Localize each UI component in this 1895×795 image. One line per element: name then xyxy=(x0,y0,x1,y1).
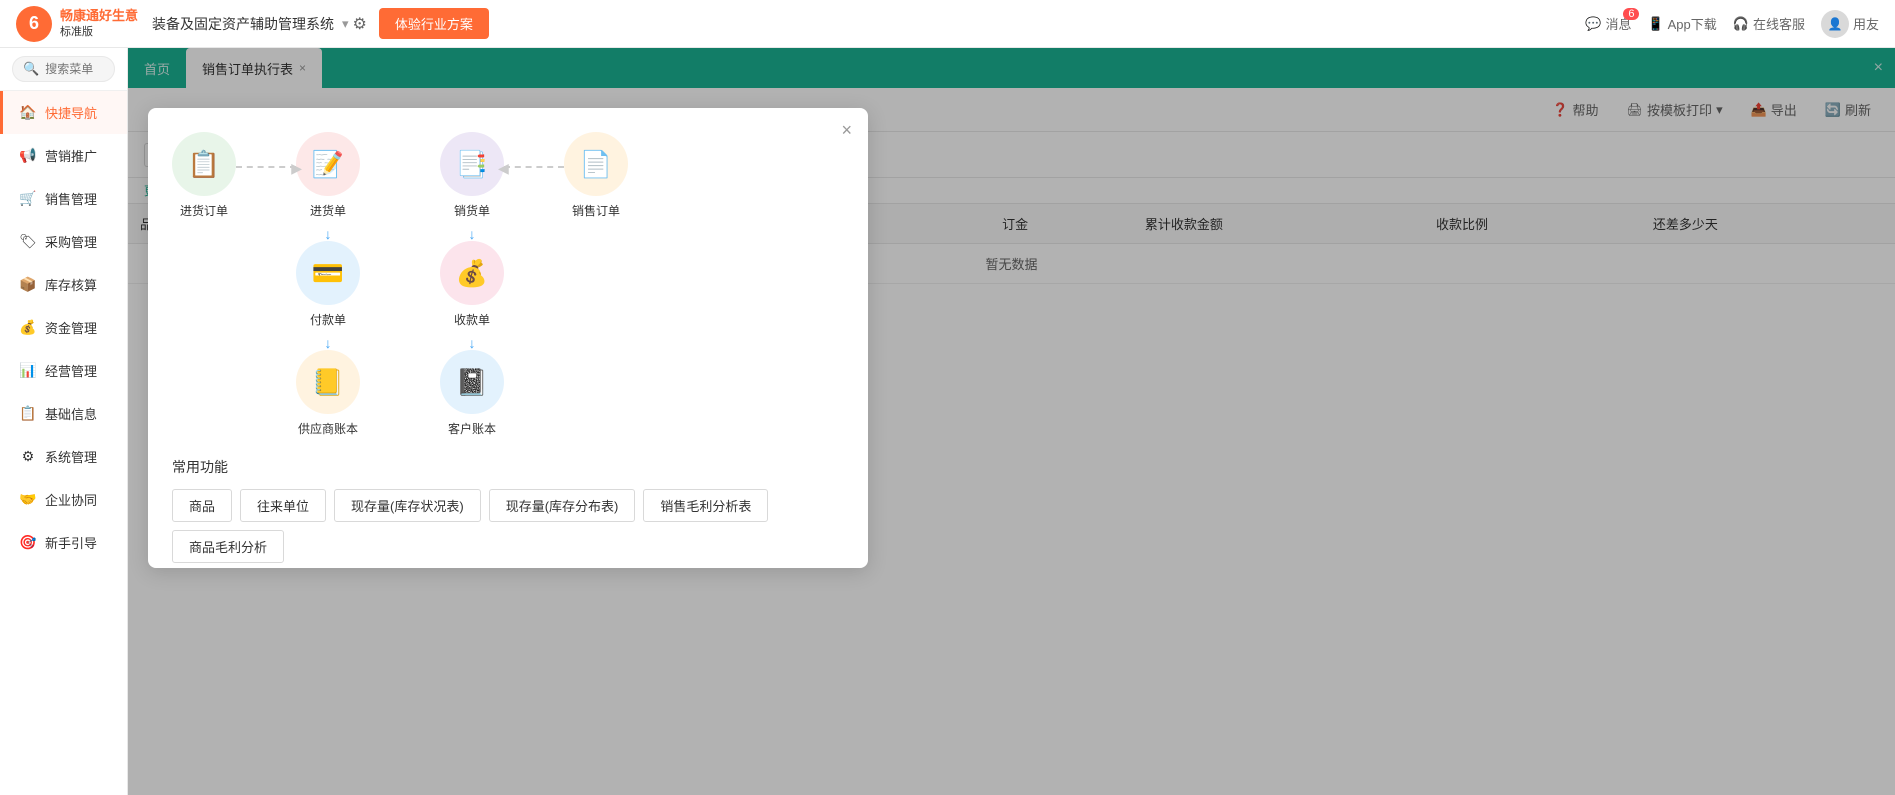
popup-box: × 📋 进货订单 ▶ xyxy=(148,108,868,568)
sidebar-item-label: 企业协同 xyxy=(45,490,97,509)
inventory-icon: 📦 xyxy=(19,276,37,294)
sidebar-item-label: 新手引导 xyxy=(45,533,97,552)
system-dropdown-icon[interactable]: ▾ xyxy=(342,16,349,32)
settings-icon[interactable]: ⚙ xyxy=(353,14,367,34)
top-right-area: 💬 消息 6 📱 App下载 🎧 在线客服 👤 用友 xyxy=(1585,10,1879,38)
logo-text: 畅康通好生意 标准版 xyxy=(60,8,138,39)
sidebar-item-label: 资金管理 xyxy=(45,318,97,337)
avatar: 👤 xyxy=(1821,10,1849,38)
purchase-order-icon: 📋 xyxy=(172,132,236,196)
sidebar-item-sales[interactable]: 🛒 销售管理 xyxy=(0,177,127,220)
sidebar-item-marketing[interactable]: 📢 营销推广 xyxy=(0,134,127,177)
online-service-button[interactable]: 🎧 在线客服 xyxy=(1733,14,1805,33)
customer-ledger-node[interactable]: 📓 客户账本 xyxy=(440,350,504,437)
search-area: 🔍 xyxy=(0,48,127,91)
trial-button[interactable]: 体验行业方案 xyxy=(379,8,489,39)
purchase-icon: 🏷 xyxy=(19,233,37,251)
sidebar-item-label: 快捷导航 xyxy=(45,103,97,122)
sidebar-item-system[interactable]: ⚙ 系统管理 xyxy=(0,435,127,478)
flow-diagram: 📋 进货订单 ▶ 📝 进货单 xyxy=(172,132,844,437)
sidebar-item-label: 系统管理 xyxy=(45,447,97,466)
sidebar-item-inventory[interactable]: 📦 库存核算 xyxy=(0,263,127,306)
search-input[interactable] xyxy=(45,62,115,76)
receipt-bill-node[interactable]: 💰 收款单 xyxy=(440,241,504,328)
sales-icon: 🛒 xyxy=(19,190,37,208)
customer-ledger-label: 客户账本 xyxy=(448,420,496,437)
sidebar-item-label: 经营管理 xyxy=(45,361,97,380)
supplier-ledger-node[interactable]: 📒 供应商账本 xyxy=(296,350,360,437)
sidebar-nav: 🏠 快捷导航 📢 营销推广 🛒 销售管理 🏷 采购管理 📦 库存核 xyxy=(0,91,127,564)
receipt-bill-label: 收款单 xyxy=(454,311,490,328)
sales-order-icon: 📄 xyxy=(564,132,628,196)
func-buttons-row: 商品 往来单位 现存量(库存状况表) 现存量(库存分布表) 销售毛利分析表 商品… xyxy=(172,489,844,563)
sales-order-label: 销售订单 xyxy=(572,202,620,219)
sidebar-item-enterprise[interactable]: 🤝 企业协同 xyxy=(0,478,127,521)
sidebar-item-label: 基础信息 xyxy=(45,404,97,423)
purchase-order-node[interactable]: 📋 进货订单 xyxy=(172,132,236,219)
sidebar-item-operations[interactable]: 📊 经营管理 xyxy=(0,349,127,392)
home-icon: 🏠 xyxy=(19,104,37,122)
supplier-ledger-icon: 📒 xyxy=(296,350,360,414)
service-icon: 🎧 xyxy=(1733,16,1749,32)
sidebar-item-newbie[interactable]: 🎯 新手引导 xyxy=(0,521,127,564)
enterprise-icon: 🤝 xyxy=(19,491,37,509)
func-btn-product-gross[interactable]: 商品毛利分析 xyxy=(172,530,284,563)
logo-area: 6 畅康通好生意 标准版 xyxy=(16,6,144,42)
sales-bill-node[interactable]: 📑 销货单 xyxy=(440,132,504,219)
sidebar-item-quick-nav[interactable]: 🏠 快捷导航 xyxy=(0,91,127,134)
message-button[interactable]: 💬 消息 6 xyxy=(1585,14,1631,33)
marketing-icon: 📢 xyxy=(19,147,37,165)
search-icon: 🔍 xyxy=(23,61,39,77)
payment-bill-label: 付款单 xyxy=(310,311,346,328)
func-btn-partner[interactable]: 往来单位 xyxy=(240,489,326,522)
sidebar-item-finance[interactable]: 💰 资金管理 xyxy=(0,306,127,349)
finance-icon: 💰 xyxy=(19,319,37,337)
func-btn-stock-dist[interactable]: 现存量(库存分布表) xyxy=(489,489,636,522)
purchase-bill-node[interactable]: 📝 进货单 xyxy=(296,132,360,219)
func-btn-stock-status[interactable]: 现存量(库存状况表) xyxy=(334,489,481,522)
sales-bill-label: 销货单 xyxy=(454,202,490,219)
user-menu[interactable]: 👤 用友 xyxy=(1821,10,1879,38)
sales-bill-icon: 📑 xyxy=(440,132,504,196)
common-functions-title: 常用功能 xyxy=(172,457,844,477)
payment-bill-node[interactable]: 💳 付款单 xyxy=(296,241,360,328)
purchase-bill-label: 进货单 xyxy=(310,202,346,219)
func-btn-product[interactable]: 商品 xyxy=(172,489,232,522)
payment-bill-icon: 💳 xyxy=(296,241,360,305)
common-functions-section: 常用功能 商品 往来单位 现存量(库存状况表) 现存量(库存分布表) 销售毛利分… xyxy=(172,457,844,568)
sidebar-item-label: 销售管理 xyxy=(45,189,97,208)
logo-icon: 6 xyxy=(16,6,52,42)
search-box[interactable]: 🔍 xyxy=(12,56,115,82)
sidebar-item-label: 采购管理 xyxy=(45,232,97,251)
func-btn-sales-gross[interactable]: 销售毛利分析表 xyxy=(643,489,768,522)
purchase-bill-icon: 📝 xyxy=(296,132,360,196)
sidebar-item-basic[interactable]: 📋 基础信息 xyxy=(0,392,127,435)
message-badge: 6 xyxy=(1623,8,1639,20)
purchase-order-label: 进货订单 xyxy=(180,202,228,219)
newbie-icon: 🎯 xyxy=(19,534,37,552)
popup-overlay[interactable]: × 📋 进货订单 ▶ xyxy=(128,48,1895,795)
download-icon: 📱 xyxy=(1647,16,1663,32)
receipt-bill-icon: 💰 xyxy=(440,241,504,305)
sidebar: 🔍 🏠 快捷导航 📢 营销推广 🛒 销售管理 🏷 xyxy=(0,48,128,795)
operations-icon: 📊 xyxy=(19,362,37,380)
supplier-ledger-label: 供应商账本 xyxy=(298,420,358,437)
sidebar-item-label: 营销推广 xyxy=(45,146,97,165)
system-icon: ⚙ xyxy=(19,448,37,466)
system-title: 装备及固定资产辅助管理系统 xyxy=(152,14,334,34)
sidebar-item-purchase[interactable]: 🏷 采购管理 xyxy=(0,220,127,263)
app-download-button[interactable]: 📱 App下载 xyxy=(1647,14,1716,33)
content-area: 首页 销售订单执行表 × × ❓ 帮助 🖨 按模板打印 xyxy=(128,48,1895,795)
customer-ledger-icon: 📓 xyxy=(440,350,504,414)
sales-order-node[interactable]: 📄 销售订单 xyxy=(564,132,628,219)
popup-close-button[interactable]: × xyxy=(841,120,852,141)
system-name: 装备及固定资产辅助管理系统 ▾ xyxy=(152,14,349,34)
basic-icon: 📋 xyxy=(19,405,37,423)
message-icon: 💬 xyxy=(1585,16,1601,32)
sidebar-item-label: 库存核算 xyxy=(45,275,97,294)
